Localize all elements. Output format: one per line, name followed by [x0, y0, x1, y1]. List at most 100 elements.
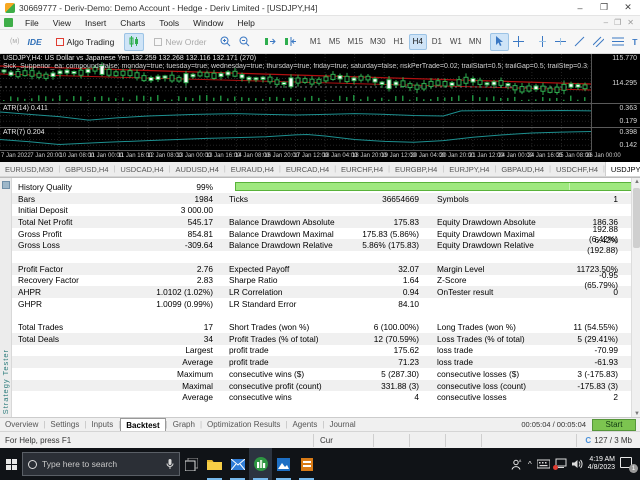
timeframe-w1[interactable]: W1	[447, 34, 465, 50]
chart-tab-euraud-h4[interactable]: EURAUD,H4	[226, 162, 279, 176]
chart-tab-eurcad-h4[interactable]: EURCAD,H4	[281, 162, 334, 176]
child-minimize[interactable]: –	[604, 18, 608, 27]
zoom-out-button[interactable]	[235, 33, 254, 51]
tray-expand-chevron[interactable]: ^	[528, 460, 532, 469]
tester-tab-settings[interactable]: Settings	[45, 418, 84, 432]
algo-trading-button[interactable]: Algo Trading	[52, 33, 119, 51]
timeframe-h1[interactable]: H1	[390, 34, 408, 50]
people-icon[interactable]: ᴬ	[511, 459, 523, 470]
timeframe-m15[interactable]: M15	[344, 34, 366, 50]
office-app-button[interactable]	[295, 448, 318, 480]
metaeditor-ide-button[interactable]: IDE	[23, 33, 45, 51]
menu-item-view[interactable]: View	[46, 16, 78, 30]
new-order-button[interactable]: New Order	[150, 33, 210, 51]
chart-tab-eurusd-m30[interactable]: EURUSD,M30	[0, 162, 58, 176]
taskbar-search-input[interactable]: Type here to search	[22, 452, 180, 476]
mail-button[interactable]	[226, 448, 249, 480]
vertical-line-button[interactable]	[534, 33, 551, 51]
tester-tab-graph[interactable]: Graph	[168, 418, 200, 432]
tester-tab-agents[interactable]: Agents	[287, 418, 322, 432]
start-menu-button[interactable]	[0, 448, 22, 480]
row-value: 1	[613, 193, 618, 204]
time-axis[interactable]: 7 Jan 2022 7 Jan 20:00 10 Jan 08:00 11 Jan …	[0, 151, 621, 162]
chart-tab-audusd-h4[interactable]: AUDUSD,H4	[171, 162, 224, 176]
tester-tab-optimization-results[interactable]: Optimization Results	[202, 418, 285, 432]
network-tray-icon[interactable]	[552, 458, 567, 470]
start-button[interactable]: Start	[592, 418, 636, 431]
tester-tab-overview[interactable]: Overview	[0, 418, 43, 432]
tester-tab-inputs[interactable]: Inputs	[86, 418, 118, 432]
chart-window-icon	[4, 18, 13, 27]
metaquotes-id-icon[interactable]: (м)	[6, 33, 23, 51]
child-close[interactable]: ✕	[627, 18, 634, 27]
timeframe-h4[interactable]: H4	[408, 33, 427, 50]
time-label: 7 Jan 2022	[1, 153, 31, 159]
menu-item-file[interactable]: File	[18, 16, 46, 30]
tester-tab-backtest[interactable]: Backtest	[120, 417, 166, 432]
cursor-icon	[496, 36, 504, 46]
price-axis[interactable]: 115.770 114.295	[591, 54, 640, 103]
row-label: Z-Score	[437, 275, 467, 286]
atr14-axis: 0.363 0.179	[591, 104, 640, 127]
open-tester-visual-button[interactable]	[124, 32, 145, 51]
chart-shift-button[interactable]	[280, 33, 300, 51]
menu-item-window[interactable]: Window	[186, 16, 230, 30]
auto-scroll-button[interactable]	[260, 33, 280, 51]
memory-usage: 127 / 3 Mb	[594, 435, 632, 445]
chart-tab-bar: EURUSD,M30 | GBPUSD,H4 | USDCAD,H4 | AUDUSD,H4…	[0, 162, 640, 177]
metatrader5-taskbar-button[interactable]	[249, 448, 272, 480]
text-tool-button[interactable]: T	[628, 33, 640, 51]
horizontal-line-button[interactable]	[551, 33, 570, 51]
microphone-icon[interactable]	[166, 458, 174, 470]
crosshair-tool-button[interactable]	[509, 33, 528, 51]
row-label: Recovery Factor	[18, 275, 79, 286]
chart-tab-eurjpy-h4[interactable]: EURJPY,H4	[444, 162, 494, 176]
menu-item-help[interactable]: Help	[230, 16, 261, 30]
chart-tab-usdjpy-h4[interactable]: USDJPY,H4	[604, 162, 640, 176]
child-restore[interactable]: ❐	[614, 18, 621, 27]
volume-icon[interactable]	[571, 459, 583, 469]
menu-item-charts[interactable]: Charts	[113, 16, 152, 30]
row-value: -175.83 (3)	[577, 380, 618, 391]
backtest-results-table: History Quality 99% Bars 1984 Ticks 36654669 S…	[12, 178, 632, 418]
chart-tab-eurgbp-h4[interactable]: EURGBP,H4	[390, 162, 442, 176]
zoom-in-button[interactable]	[216, 33, 235, 51]
menu-item-tools[interactable]: Tools	[152, 16, 186, 30]
file-explorer-button[interactable]	[203, 448, 226, 480]
chart-area[interactable]: USDJPY,H4: US Dollar vs Japanese Yen 132…	[0, 54, 640, 162]
scroll-thumb[interactable]	[633, 188, 640, 248]
tester-tab-journal[interactable]: Journal	[324, 418, 360, 432]
action-center-button[interactable]: 1	[620, 457, 638, 473]
timeframe-m1[interactable]: M1	[306, 34, 324, 50]
maximize-button[interactable]: ❐	[592, 0, 616, 16]
minimize-button[interactable]: –	[568, 0, 592, 16]
chart-tab-usdcad-h4[interactable]: USDCAD,H4	[115, 162, 168, 176]
row-label: Ticks	[229, 193, 249, 204]
row-label: consecutive wins	[229, 392, 292, 403]
timeframe-d1[interactable]: D1	[428, 34, 446, 50]
cursor-tool-button[interactable]	[490, 32, 510, 51]
tester-scrollbar[interactable]: ▲ ▼	[631, 178, 640, 418]
timeframe-m30[interactable]: M30	[367, 34, 389, 50]
channel-button[interactable]	[589, 33, 608, 51]
close-button[interactable]: ✕	[616, 0, 640, 16]
clock-date: 4/8/2023	[587, 464, 615, 471]
touch-keyboard-icon[interactable]	[536, 459, 550, 469]
fibonacci-button[interactable]	[608, 33, 628, 51]
taskbar-clock[interactable]: 4:19 AM 4/8/2023	[588, 456, 615, 472]
menu-item-insert[interactable]: Insert	[78, 16, 113, 30]
timeframe-mn[interactable]: MN	[466, 34, 484, 50]
timeframe-m5[interactable]: M5	[325, 34, 343, 50]
row-value: 5.86% (175.83)	[362, 240, 419, 251]
row-value: Maximum	[177, 368, 213, 379]
scroll-up-arrow[interactable]: ▲	[634, 179, 640, 185]
tester-side-strip[interactable]: Strategy Tester	[0, 178, 12, 418]
chart-tab-usdchf-h4[interactable]: USDCHF,H4	[551, 162, 603, 176]
photos-button[interactable]	[272, 448, 295, 480]
row-value: 331.88 (3)	[381, 380, 419, 391]
chart-tab-gbpusd-h4[interactable]: GBPUSD,H4	[60, 162, 113, 176]
chart-tab-eurchf-h4[interactable]: EURCHF,H4	[336, 162, 388, 176]
task-view-button[interactable]	[180, 448, 203, 480]
chart-tab-gbpaud-h4[interactable]: GBPAUD,H4	[496, 162, 549, 176]
trendline-button[interactable]	[570, 33, 589, 51]
